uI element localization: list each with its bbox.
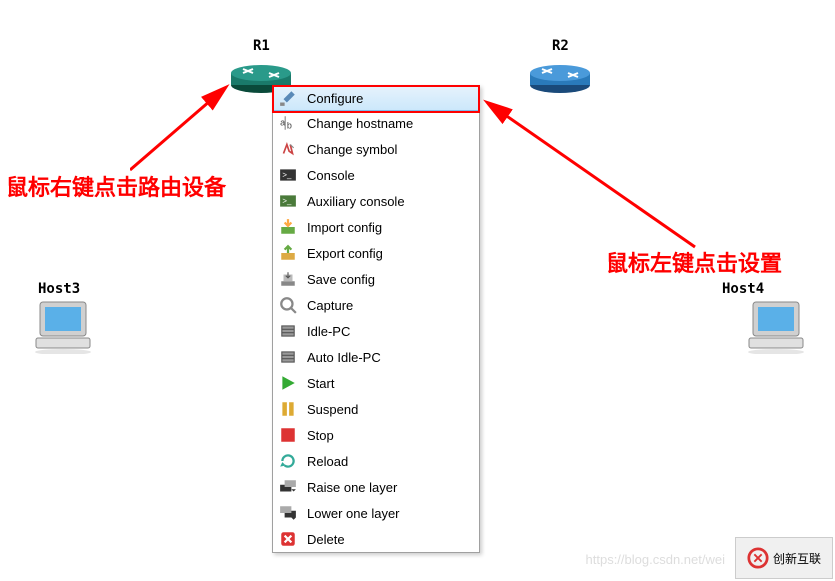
menu-item-capture[interactable]: Capture <box>273 292 479 318</box>
menu-item-reload[interactable]: Reload <box>273 448 479 474</box>
menu-item-delete[interactable]: Delete <box>273 526 479 552</box>
menu-label: Import config <box>307 220 382 235</box>
menu-item-change-symbol[interactable]: Change symbol <box>273 136 479 162</box>
menu-item-idle-pc[interactable]: Idle-PC <box>273 318 479 344</box>
menu-item-console[interactable]: >_ Console <box>273 162 479 188</box>
menu-item-import-config[interactable]: Import config <box>273 214 479 240</box>
capture-icon <box>279 296 297 314</box>
menu-label: Reload <box>307 454 348 469</box>
stop-icon <box>279 426 297 444</box>
suspend-icon <box>279 400 297 418</box>
menu-label: Raise one layer <box>307 480 397 495</box>
host4-device[interactable] <box>745 298 807 354</box>
aux-console-icon: >_ <box>279 192 297 210</box>
menu-label: Stop <box>307 428 334 443</box>
host4-label: Host4 <box>722 281 764 297</box>
svg-text:>_: >_ <box>282 170 292 179</box>
r1-label: R1 <box>253 38 270 54</box>
watermark-text: https://blog.csdn.net/wei <box>586 552 725 567</box>
menu-label: Capture <box>307 298 353 313</box>
start-icon <box>279 374 297 392</box>
menu-label: Idle-PC <box>307 324 350 339</box>
export-icon <box>279 244 297 262</box>
idlepc-icon <box>279 322 297 340</box>
reload-icon <box>279 452 297 470</box>
menu-label: Save config <box>307 272 375 287</box>
menu-label: Lower one layer <box>307 506 400 521</box>
menu-label: Start <box>307 376 334 391</box>
save-icon <box>279 270 297 288</box>
symbol-icon <box>279 140 297 158</box>
r2-label: R2 <box>552 38 569 54</box>
menu-item-configure[interactable]: Configure <box>272 85 480 111</box>
svg-text:a: a <box>280 117 285 127</box>
menu-item-aux-console[interactable]: >_ Auxiliary console <box>273 188 479 214</box>
badge-label: 创新互联 <box>773 550 821 567</box>
menu-item-save-config[interactable]: Save config <box>273 266 479 292</box>
menu-item-export-config[interactable]: Export config <box>273 240 479 266</box>
menu-label: Configure <box>307 91 363 106</box>
console-icon: >_ <box>279 166 297 184</box>
menu-item-lower-layer[interactable]: Lower one layer <box>273 500 479 526</box>
menu-label: Console <box>307 168 355 183</box>
menu-item-suspend[interactable]: Suspend <box>273 396 479 422</box>
menu-label: Auto Idle-PC <box>307 350 381 365</box>
menu-item-start[interactable]: Start <box>273 370 479 396</box>
menu-item-change-hostname[interactable]: ab Change hostname <box>273 110 479 136</box>
logo-badge: 创新互联 <box>735 537 833 579</box>
arrow-right <box>480 95 700 255</box>
menu-label: Export config <box>307 246 383 261</box>
delete-icon <box>279 530 297 548</box>
host3-device[interactable] <box>32 298 94 354</box>
menu-item-auto-idle-pc[interactable]: Auto Idle-PC <box>273 344 479 370</box>
arrow-left <box>130 80 240 180</box>
svg-text:b: b <box>287 121 292 131</box>
annotation-left: 鼠标右键点击路由设备 <box>6 170 226 202</box>
context-menu: Configure ab Change hostname Change symb… <box>272 85 480 553</box>
menu-label: Change hostname <box>307 116 413 131</box>
lower-layer-icon <box>279 504 297 522</box>
hostname-icon: ab <box>279 114 297 132</box>
annotation-right: 鼠标左键点击设置 <box>606 246 782 278</box>
tool-icon <box>279 89 297 107</box>
auto-idlepc-icon <box>279 348 297 366</box>
menu-item-stop[interactable]: Stop <box>273 422 479 448</box>
import-icon <box>279 218 297 236</box>
menu-label: Change symbol <box>307 142 397 157</box>
menu-label: Auxiliary console <box>307 194 405 209</box>
raise-layer-icon <box>279 478 297 496</box>
router-r2[interactable] <box>527 55 593 95</box>
host3-label: Host3 <box>38 281 80 297</box>
menu-item-raise-layer[interactable]: Raise one layer <box>273 474 479 500</box>
menu-label: Suspend <box>307 402 358 417</box>
svg-text:>_: >_ <box>282 196 292 205</box>
menu-label: Delete <box>307 532 345 547</box>
